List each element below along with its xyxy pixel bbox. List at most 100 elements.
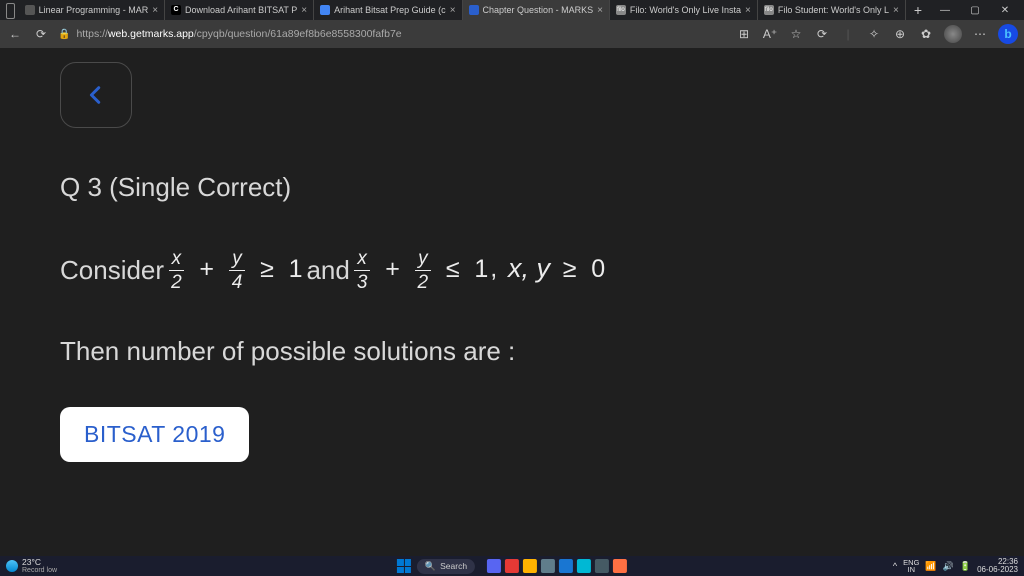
fraction: x 2: [168, 249, 185, 292]
start-button[interactable]: [397, 559, 411, 573]
search-icon: 🔍: [425, 561, 436, 572]
window-buttons: — ▢ ✕: [930, 0, 1020, 20]
window-titlebar: Linear Programming - MAR × C Download Ar…: [0, 0, 1024, 20]
url-field[interactable]: 🔒 https://web.getmarks.app/cpyqb/questio…: [58, 28, 728, 40]
browser-tab[interactable]: filo Filo: World's Only Live Insta ×: [610, 0, 758, 20]
clock[interactable]: 22:36 06-06-2023: [977, 558, 1018, 574]
ge-op: ≥: [563, 255, 577, 283]
lock-icon: 🔒: [58, 29, 70, 40]
app-icon[interactable]: [505, 559, 519, 573]
app-icon[interactable]: [577, 559, 591, 573]
browser-tab[interactable]: C Download Arihant BITSAT P ×: [165, 0, 314, 20]
battery-icon[interactable]: 🔋: [960, 561, 971, 572]
app-icon[interactable]: [541, 559, 555, 573]
browser-tabs: Linear Programming - MAR × C Download Ar…: [19, 0, 930, 20]
favicon-icon: [25, 5, 35, 15]
tab-actions-icon[interactable]: [6, 3, 15, 19]
browser-tab[interactable]: filo Filo Student: World's Only L ×: [758, 0, 906, 20]
tab-label: Filo: World's Only Live Insta: [630, 5, 741, 15]
fraction: x 3: [354, 249, 371, 292]
toolbar-right: ⊞ A⁺ ☆ ⟳ | ✧ ⊕ ✿ ⋯ b: [736, 24, 1018, 44]
chevron-left-icon: [85, 84, 107, 106]
app-icon[interactable]: [487, 559, 501, 573]
browser-tab[interactable]: Arihant Bitsat Prep Guide (c ×: [314, 0, 462, 20]
weather-sub: Record low: [22, 567, 57, 574]
fraction: y 2: [415, 249, 432, 292]
divider: |: [840, 26, 856, 42]
system-tray: ^ ENG IN 📶 🔊 🔋 22:36 06-06-2023: [893, 558, 1018, 574]
search-placeholder: Search: [440, 561, 467, 571]
xy-vars: x, y: [508, 253, 550, 283]
address-bar: ← ⟳ 🔒 https://web.getmarks.app/cpyqb/que…: [0, 20, 1024, 48]
plus-op: +: [199, 255, 214, 283]
tab-label: Linear Programming - MAR: [39, 5, 149, 15]
weather-temp: 23°C: [22, 558, 57, 567]
app-icon[interactable]: [559, 559, 573, 573]
question-and: and: [306, 255, 349, 286]
numerator: x: [354, 249, 370, 271]
new-tab-button[interactable]: +: [906, 0, 930, 20]
maximize-button[interactable]: ▢: [960, 0, 990, 20]
minimize-button[interactable]: —: [930, 0, 960, 20]
taskbar-search[interactable]: 🔍 Search: [417, 559, 475, 574]
back-button[interactable]: ←: [6, 25, 24, 43]
question-line2: Then number of possible solutions are :: [60, 336, 964, 367]
close-icon[interactable]: ×: [450, 5, 456, 16]
url-scheme: https://: [76, 28, 108, 40]
shopping-icon[interactable]: ⊞: [736, 26, 752, 42]
language-indicator[interactable]: ENG IN: [903, 559, 919, 574]
denominator: 4: [229, 271, 246, 292]
close-icon[interactable]: ×: [745, 5, 751, 16]
le-op: ≤: [446, 255, 460, 283]
read-aloud-icon[interactable]: A⁺: [762, 26, 778, 42]
numerator: y: [229, 249, 245, 271]
exam-badge: BITSAT 2019: [60, 407, 249, 462]
close-icon[interactable]: ×: [301, 5, 307, 16]
profile-icon[interactable]: [944, 25, 962, 43]
app-icon[interactable]: [595, 559, 609, 573]
close-icon[interactable]: ×: [893, 5, 899, 16]
url-path: /cpyqb/question/61a89ef8b6e8558300fafb7e: [194, 28, 402, 40]
url-host: web.getmarks.app: [108, 28, 194, 40]
close-icon[interactable]: ×: [152, 5, 158, 16]
math-expression: x 3 + y 2 ≤ 1, x, y ≥ 0: [352, 249, 607, 292]
favicon-icon: [469, 5, 479, 15]
favicon-icon: C: [171, 5, 181, 15]
question-text: Consider x 2 + y 4 ≥ 1 and x 3 + y 2: [60, 249, 964, 292]
favorites-bar-icon[interactable]: ✧: [866, 26, 882, 42]
favicon-icon: filo: [764, 5, 774, 15]
windows-taskbar: 23°C Record low 🔍 Search ^ ENG IN 📶 🔊 🔋: [0, 556, 1024, 576]
question-lead: Consider: [60, 255, 164, 286]
weather-widget[interactable]: 23°C Record low: [6, 558, 57, 574]
extensions-icon[interactable]: ✿: [918, 26, 934, 42]
tray-chevron-icon[interactable]: ^: [893, 561, 897, 571]
close-button[interactable]: ✕: [990, 0, 1020, 20]
tab-label: Filo Student: World's Only L: [778, 5, 889, 15]
denominator: 3: [354, 271, 371, 292]
collections-icon[interactable]: ⊕: [892, 26, 908, 42]
pinned-apps: [487, 559, 627, 573]
volume-icon[interactable]: 🔊: [943, 561, 954, 572]
taskbar-center: 🔍 Search: [397, 559, 627, 574]
lang-region: IN: [903, 566, 919, 574]
tab-label: Chapter Question - MARKS: [483, 5, 594, 15]
wifi-icon[interactable]: 📶: [925, 561, 936, 572]
refresh-button[interactable]: ⟳: [32, 25, 50, 43]
browser-tab-active[interactable]: Chapter Question - MARKS ×: [463, 0, 610, 20]
clock-date: 06-06-2023: [977, 566, 1018, 574]
tab-label: Download Arihant BITSAT P: [185, 5, 297, 15]
page-back-button[interactable]: [60, 62, 132, 128]
favorite-icon[interactable]: ☆: [788, 26, 804, 42]
app-icon[interactable]: [523, 559, 537, 573]
numerator: x: [169, 249, 185, 271]
denominator: 2: [168, 271, 185, 292]
browser-tab[interactable]: Linear Programming - MAR ×: [19, 0, 165, 20]
bing-chat-icon[interactable]: b: [998, 24, 1018, 44]
denominator: 2: [415, 271, 432, 292]
favicon-icon: [320, 5, 330, 15]
app-icon[interactable]: [613, 559, 627, 573]
close-icon[interactable]: ×: [597, 5, 603, 16]
more-icon[interactable]: ⋯: [972, 26, 988, 42]
sync-icon[interactable]: ⟳: [814, 26, 830, 42]
weather-icon: [6, 560, 18, 572]
